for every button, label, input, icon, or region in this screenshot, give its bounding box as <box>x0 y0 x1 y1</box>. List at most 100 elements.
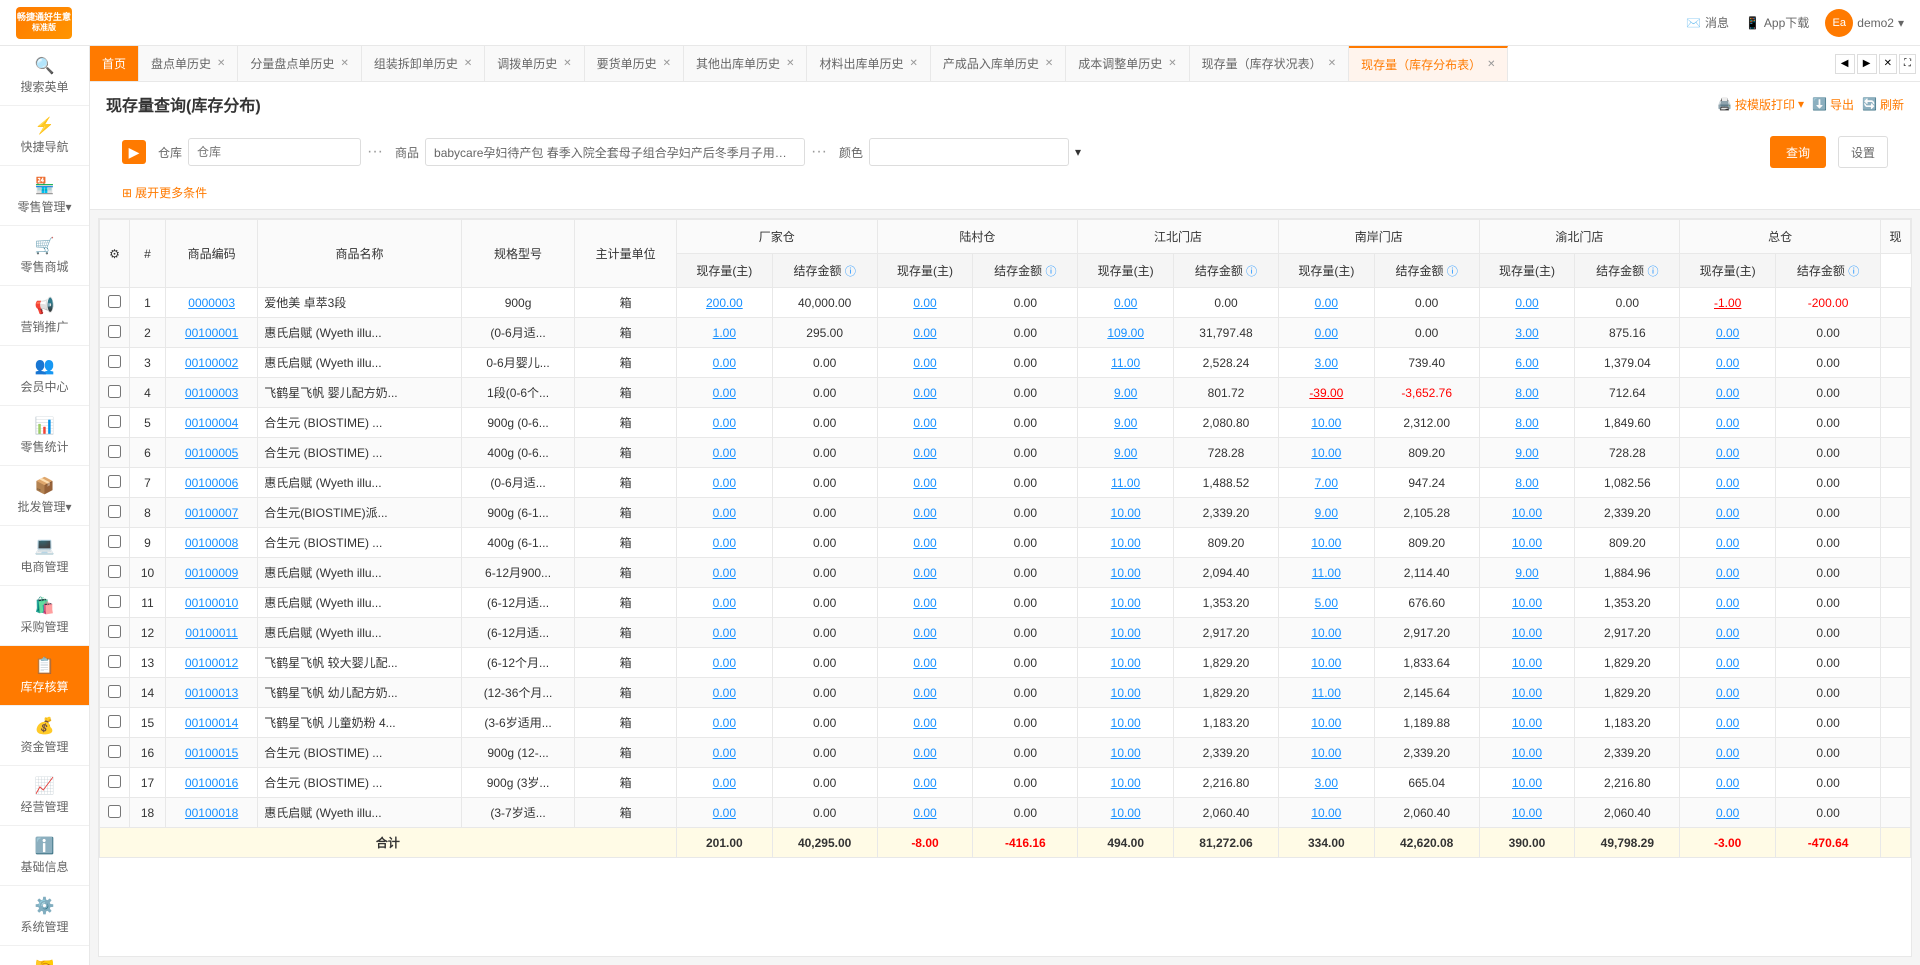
row-na-qty[interactable]: 10.00 <box>1278 408 1374 438</box>
row-na-qty[interactable]: -39.00 <box>1278 378 1374 408</box>
row-code[interactable]: 00100004 <box>166 408 258 438</box>
row-lc-qty[interactable]: 0.00 <box>877 438 973 468</box>
message-btn[interactable]: ✉️ 消息 <box>1686 14 1729 31</box>
row-jb-qty[interactable]: 9.00 <box>1078 438 1174 468</box>
row-checkbox[interactable] <box>100 708 130 738</box>
row-tot-qty[interactable]: 0.00 <box>1680 798 1776 828</box>
sidebar-item-retail_stats[interactable]: 📊零售统计 <box>0 406 89 466</box>
row-tot-qty[interactable]: -1.00 <box>1680 288 1776 318</box>
row-cj-qty[interactable]: 0.00 <box>676 648 772 678</box>
row-na-qty[interactable]: 10.00 <box>1278 618 1374 648</box>
row-cj-qty[interactable]: 0.00 <box>676 348 772 378</box>
row-checkbox[interactable] <box>100 378 130 408</box>
row-lc-qty[interactable]: 0.00 <box>877 318 973 348</box>
sidebar-item-system[interactable]: ⚙️系统管理 <box>0 886 89 946</box>
tab-close-requisition[interactable]: ✕ <box>663 58 671 69</box>
row-cj-qty[interactable]: 0.00 <box>676 558 772 588</box>
row-checkbox[interactable] <box>100 438 130 468</box>
row-jb-qty[interactable]: 10.00 <box>1078 738 1174 768</box>
row-cj-qty[interactable]: 0.00 <box>676 468 772 498</box>
row-jb-qty[interactable]: 9.00 <box>1078 378 1174 408</box>
row-na-qty[interactable]: 10.00 <box>1278 648 1374 678</box>
row-na-qty[interactable]: 5.00 <box>1278 588 1374 618</box>
row-lc-qty[interactable]: 0.00 <box>877 618 973 648</box>
row-cj-qty[interactable]: 0.00 <box>676 528 772 558</box>
tab-disassembly[interactable]: 组装拆卸单历史✕ <box>362 46 485 82</box>
row-tot-qty[interactable]: 0.00 <box>1680 408 1776 438</box>
collapse-btn[interactable]: ▶ <box>122 140 146 164</box>
tab-material_out[interactable]: 材料出库单历史✕ <box>807 46 930 82</box>
row-lc-qty[interactable]: 0.00 <box>877 498 973 528</box>
row-yb-qty[interactable]: 10.00 <box>1479 708 1575 738</box>
tab-cost_adjust[interactable]: 成本调整单历史✕ <box>1066 46 1189 82</box>
row-code[interactable]: 00100015 <box>166 738 258 768</box>
user-area[interactable]: Ea demo2 ▾ <box>1825 9 1904 37</box>
row-jb-qty[interactable]: 11.00 <box>1078 348 1174 378</box>
row-jb-qty[interactable]: 11.00 <box>1078 468 1174 498</box>
tab-close-material_out[interactable]: ✕ <box>909 58 917 69</box>
row-yb-qty[interactable]: 10.00 <box>1479 738 1575 768</box>
row-tot-qty[interactable]: 0.00 <box>1680 768 1776 798</box>
row-lc-qty[interactable]: 0.00 <box>877 768 973 798</box>
tab-product_in[interactable]: 产成品入库单历史✕ <box>931 46 1066 82</box>
row-tot-qty[interactable]: 0.00 <box>1680 618 1776 648</box>
row-jb-qty[interactable]: 10.00 <box>1078 768 1174 798</box>
row-checkbox[interactable] <box>100 798 130 828</box>
settings-btn[interactable]: 设置 <box>1838 136 1888 168</box>
row-checkbox[interactable] <box>100 528 130 558</box>
row-checkbox[interactable] <box>100 738 130 768</box>
row-lc-qty[interactable]: 0.00 <box>877 678 973 708</box>
row-yb-qty[interactable]: 10.00 <box>1479 588 1575 618</box>
row-tot-qty[interactable]: 0.00 <box>1680 558 1776 588</box>
row-code[interactable]: 00100018 <box>166 798 258 828</box>
row-jb-qty[interactable]: 10.00 <box>1078 498 1174 528</box>
row-yb-qty[interactable]: 10.00 <box>1479 798 1575 828</box>
row-na-qty[interactable]: 11.00 <box>1278 678 1374 708</box>
row-tot-qty[interactable]: 0.00 <box>1680 708 1776 738</box>
tab-split_inventory[interactable]: 分量盘点单历史✕ <box>238 46 361 82</box>
tab-inventory_single[interactable]: 盘点单历史✕ <box>139 46 238 82</box>
tab-transfer[interactable]: 调拨单历史✕ <box>485 46 584 82</box>
export-btn[interactable]: ⬇️ 导出 <box>1812 96 1854 113</box>
row-jb-qty[interactable]: 10.00 <box>1078 618 1174 648</box>
row-code[interactable]: 00100013 <box>166 678 258 708</box>
row-checkbox[interactable] <box>100 588 130 618</box>
row-checkbox[interactable] <box>100 648 130 678</box>
row-lc-qty[interactable]: 0.00 <box>877 798 973 828</box>
row-cj-qty[interactable]: 0.00 <box>676 708 772 738</box>
tab-close-cost_adjust[interactable]: ✕ <box>1168 58 1176 69</box>
row-yb-qty[interactable]: 8.00 <box>1479 408 1575 438</box>
row-code[interactable]: 0000003 <box>166 288 258 318</box>
row-jb-qty[interactable]: 0.00 <box>1078 288 1174 318</box>
row-tot-qty[interactable]: 0.00 <box>1680 738 1776 768</box>
sidebar-item-wholesale[interactable]: 📦批发管理▾ <box>0 466 89 526</box>
tab-stock_status[interactable]: 现存量（库存状况表）✕ <box>1190 46 1349 82</box>
row-na-qty[interactable]: 3.00 <box>1278 348 1374 378</box>
row-code[interactable]: 00100001 <box>166 318 258 348</box>
row-jb-qty[interactable]: 10.00 <box>1078 648 1174 678</box>
row-code[interactable]: 00100008 <box>166 528 258 558</box>
row-na-qty[interactable]: 0.00 <box>1278 318 1374 348</box>
row-checkbox[interactable] <box>100 618 130 648</box>
tab-fullscreen-btn[interactable]: ⛶ <box>1899 54 1916 74</box>
row-tot-qty[interactable]: 0.00 <box>1680 648 1776 678</box>
row-code[interactable]: 00100003 <box>166 378 258 408</box>
row-lc-qty[interactable]: 0.00 <box>877 468 973 498</box>
row-yb-qty[interactable]: 10.00 <box>1479 618 1575 648</box>
row-code[interactable]: 00100002 <box>166 348 258 378</box>
row-lc-qty[interactable]: 0.00 <box>877 648 973 678</box>
sidebar-item-retail_mgmt[interactable]: 🏪零售管理▾ <box>0 166 89 226</box>
warehouse-picker-btn[interactable]: ··· <box>367 143 383 161</box>
row-lc-qty[interactable]: 0.00 <box>877 558 973 588</box>
row-checkbox[interactable] <box>100 768 130 798</box>
row-yb-qty[interactable]: 10.00 <box>1479 498 1575 528</box>
row-yb-qty[interactable]: 6.00 <box>1479 348 1575 378</box>
sidebar-item-marketing[interactable]: 📢营销推广 <box>0 286 89 346</box>
warehouse-input[interactable] <box>188 138 361 166</box>
tab-close-all-btn[interactable]: ✕ <box>1879 54 1897 74</box>
row-cj-qty[interactable]: 0.00 <box>676 588 772 618</box>
row-tot-qty[interactable]: 0.00 <box>1680 468 1776 498</box>
row-jb-qty[interactable]: 9.00 <box>1078 408 1174 438</box>
tab-close-other_out[interactable]: ✕ <box>786 58 794 69</box>
sidebar-item-finance[interactable]: 💰资金管理 <box>0 706 89 766</box>
